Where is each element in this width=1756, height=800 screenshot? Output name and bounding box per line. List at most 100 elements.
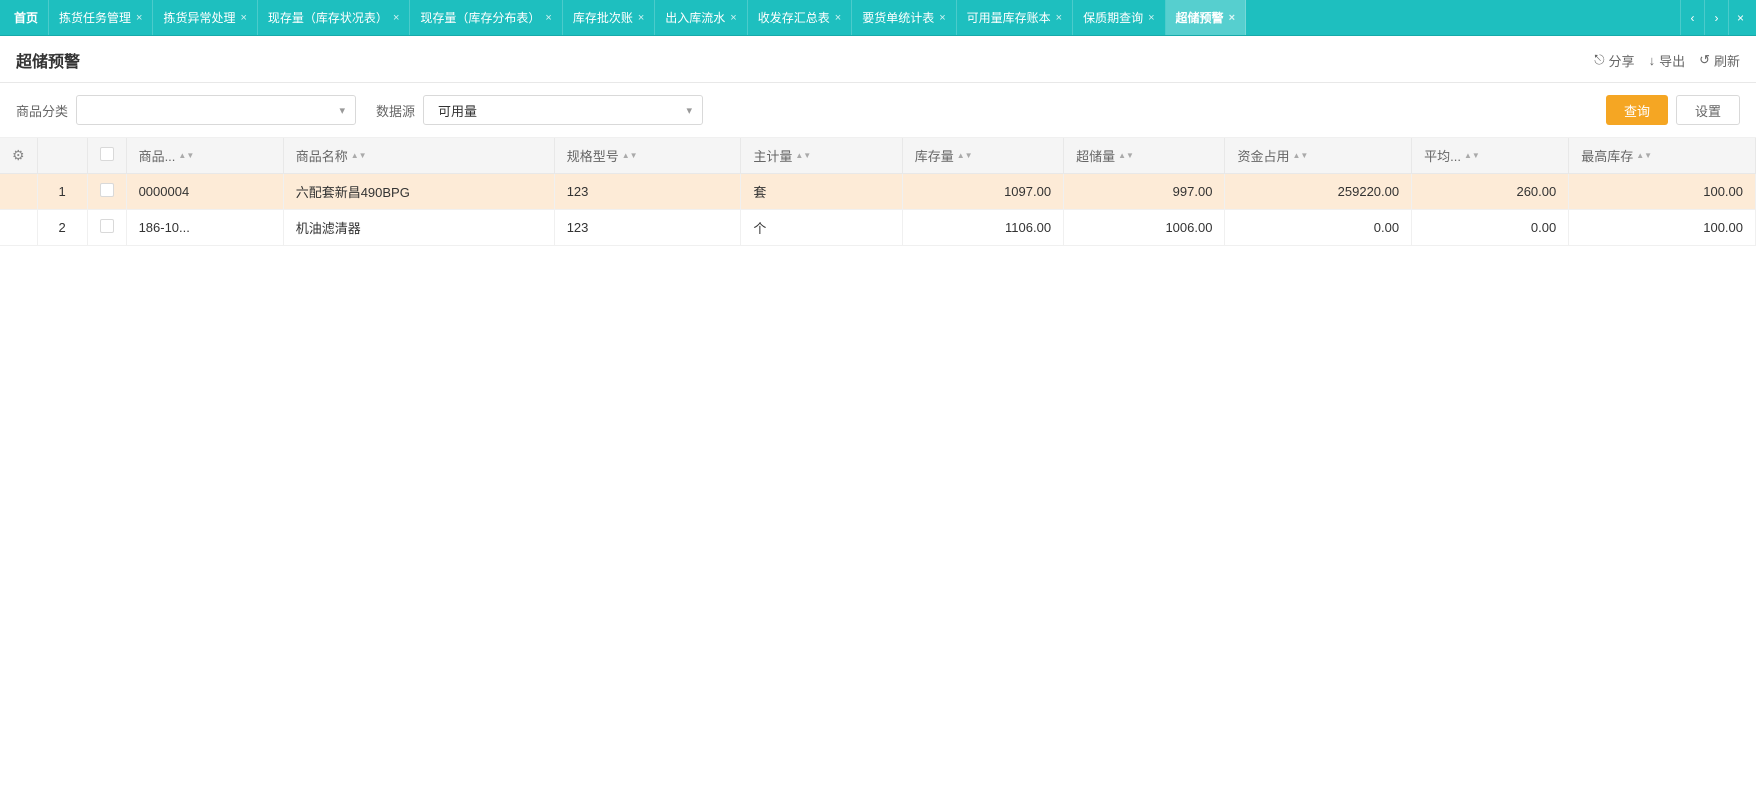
nav-arrow-right[interactable]: › [1704,0,1728,36]
datasource-select[interactable]: 可用量 ▾ [423,95,703,125]
nav-tab-batch-account-label: 库存批次账 [573,9,633,26]
nav-tab-collect-summary-close[interactable]: × [835,12,841,24]
nav-tab-overstock-warn-close[interactable]: × [1229,12,1235,24]
select-all-checkbox[interactable] [100,147,114,161]
refresh-icon: ↺ [1699,52,1710,68]
sort-icon-overstock: ▲▼ [1118,152,1134,160]
row-avg: 0.00 [1412,210,1569,246]
refresh-action[interactable]: ↺ 刷新 [1699,51,1740,70]
sort-icon-stock: ▲▼ [957,152,973,160]
col-stock-header[interactable]: 库存量 ▲▼ [902,138,1063,174]
row-checkbox[interactable] [100,183,114,197]
row-check-cell[interactable] [87,210,126,246]
row-product-name: 机油滤清器 [283,210,554,246]
share-action[interactable]: ⎋ 分享 [1594,51,1634,70]
col-overstock-header[interactable]: 超储量 ▲▼ [1064,138,1225,174]
row-product-name: 六配套新昌490BPG [283,174,554,210]
datasource-label: 数据源 [376,101,415,120]
nav-tab-collect-summary[interactable]: 收发存汇总表 × [748,0,852,36]
row-max-stock: 100.00 [1569,174,1756,210]
nav-tab-overstock-warn[interactable]: 超储预警 × [1166,0,1246,36]
nav-tab-quality-check-label: 保质期查询 [1083,9,1143,26]
nav-tab-order-stats-close[interactable]: × [939,12,945,24]
col-index-header [37,138,87,174]
col-gear[interactable]: ⚙ [0,138,37,174]
nav-tab-abnormal-proc-label: 拣货异常处理 [163,9,235,26]
refresh-label: 刷新 [1714,51,1740,70]
sort-icon-unit: ▲▼ [795,152,811,160]
datasource-value: 可用量 [438,101,477,120]
product-category-select[interactable]: ▾ [76,95,356,125]
nav-tab-abnormal-proc-close[interactable]: × [240,12,246,24]
sort-icon-product-name: ▲▼ [351,152,367,160]
page-header: 超储预警 ⎋ 分享 ↓ 导出 ↺ 刷新 [0,36,1756,83]
nav-tab-abnormal-proc[interactable]: 拣货异常处理 × [153,0,257,36]
setting-button[interactable]: 设置 [1676,95,1740,125]
col-product-name-header[interactable]: 商品名称 ▲▼ [283,138,554,174]
row-gear-cell [0,210,37,246]
sort-icon-max-stock: ▲▼ [1636,152,1652,160]
col-check-header[interactable] [87,138,126,174]
nav-tab-home[interactable]: 首页 [4,0,49,36]
row-unit: 个 [741,210,902,246]
row-check-cell[interactable] [87,174,126,210]
nav-tab-task-mgmt[interactable]: 拣货任务管理 × [49,0,153,36]
nav-tab-stock-status-label: 现存量（库存状况表） [268,9,388,26]
nav-tab-task-mgmt-close[interactable]: × [136,12,142,24]
col-spec-header[interactable]: 规格型号 ▲▼ [554,138,741,174]
nav-tab-quality-check-close[interactable]: × [1148,12,1154,24]
row-index-cell: 1 [37,174,87,210]
nav-tab-avail-account[interactable]: 可用量库存账本 × [957,0,1073,36]
nav-tab-collect-summary-label: 收发存汇总表 [758,9,830,26]
overstock-table: ⚙ 商品... ▲▼ 商品名称 ▲▼ [0,138,1756,246]
header-actions: ⎋ 分享 ↓ 导出 ↺ 刷新 [1594,51,1740,70]
sort-icon-product-code: ▲▼ [178,152,194,160]
row-index-cell: 2 [37,210,87,246]
nav-arrow-left[interactable]: ‹ [1680,0,1704,36]
row-checkbox[interactable] [100,219,114,233]
nav-tab-stock-status-close[interactable]: × [393,12,399,24]
nav-tab-stock-status[interactable]: 现存量（库存状况表） × [258,0,410,36]
row-avg: 260.00 [1412,174,1569,210]
nav-tab-in-out-flow-close[interactable]: × [730,12,736,24]
row-capital: 259220.00 [1225,174,1412,210]
nav-tab-in-out-flow[interactable]: 出入库流水 × [655,0,747,36]
row-max-stock: 100.00 [1569,210,1756,246]
query-button[interactable]: 查询 [1606,95,1668,125]
col-unit-header[interactable]: 主计量 ▲▼ [741,138,902,174]
col-capital-header[interactable]: 资金占用 ▲▼ [1225,138,1412,174]
row-spec: 123 [554,210,741,246]
row-product-code: 186-10... [126,210,283,246]
col-avg-header[interactable]: 平均... ▲▼ [1412,138,1569,174]
share-label: 分享 [1609,51,1635,70]
top-navigation: 首页 拣货任务管理 × 拣货异常处理 × 现存量（库存状况表） × 现存量（库存… [0,0,1756,36]
nav-tab-order-stats[interactable]: 要货单统计表 × [852,0,956,36]
export-action[interactable]: ↓ 导出 [1649,51,1686,70]
row-stock: 1097.00 [902,174,1063,210]
gear-settings-icon[interactable]: ⚙ [12,147,25,163]
sort-icon-spec: ▲▼ [622,152,638,160]
nav-tab-overstock-warn-label: 超储预警 [1176,9,1224,26]
col-max-stock-header[interactable]: 最高库存 ▲▼ [1569,138,1756,174]
filter-actions: 查询 设置 [1606,95,1740,125]
row-capital: 0.00 [1225,210,1412,246]
nav-arrow-close[interactable]: × [1728,0,1752,36]
nav-tab-batch-account-close[interactable]: × [638,12,644,24]
row-spec: 123 [554,174,741,210]
nav-tab-avail-account-close[interactable]: × [1056,12,1062,24]
nav-tab-batch-account[interactable]: 库存批次账 × [563,0,655,36]
row-product-code: 0000004 [126,174,283,210]
nav-tab-stock-dist-close[interactable]: × [545,12,551,24]
product-category-arrow: ▾ [339,104,345,117]
nav-tab-order-stats-label: 要货单统计表 [862,9,934,26]
datasource-arrow: ▾ [687,104,693,117]
nav-tab-stock-dist[interactable]: 现存量（库存分布表） × [410,0,562,36]
filter-group-datasource: 数据源 可用量 ▾ [376,95,703,125]
filter-area: 商品分类 ▾ 数据源 可用量 ▾ 查询 设置 [0,83,1756,138]
row-overstock: 1006.00 [1064,210,1225,246]
nav-tab-task-mgmt-label: 拣货任务管理 [59,9,131,26]
nav-tab-quality-check[interactable]: 保质期查询 × [1073,0,1165,36]
table-body: 1 0000004 六配套新昌490BPG 123 套 1097.00 997.… [0,174,1756,246]
nav-tab-home-label: 首页 [14,9,38,26]
col-product-code-header[interactable]: 商品... ▲▼ [126,138,283,174]
